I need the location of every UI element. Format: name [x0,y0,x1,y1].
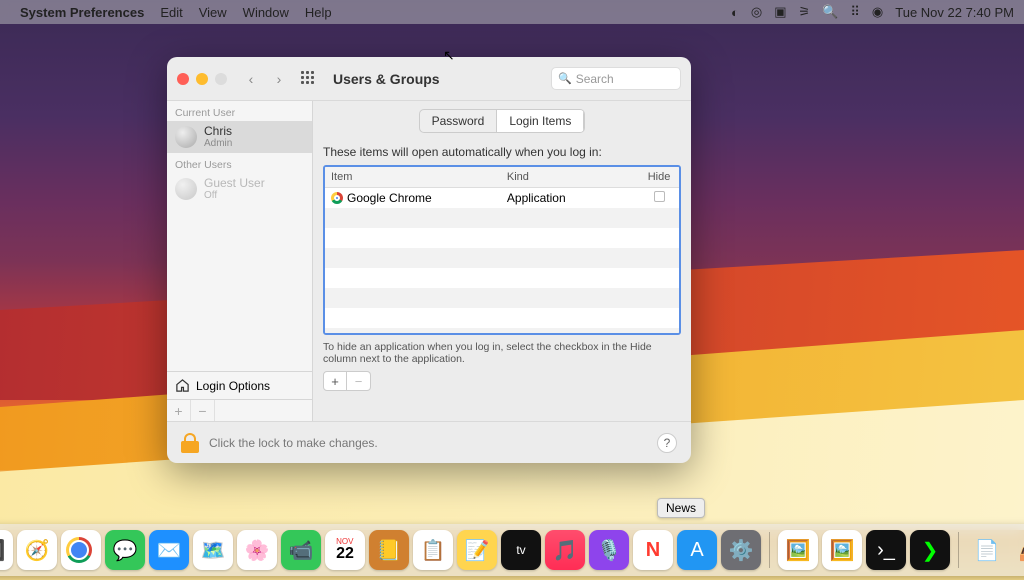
chrome-icon [331,192,343,204]
col-hide[interactable]: Hide [639,167,679,187]
dock-contacts[interactable]: 📒 [369,530,409,570]
wifi-icon[interactable]: ⚞ [799,4,811,20]
table-row[interactable] [325,308,679,328]
dock-reminders[interactable]: 📋 [413,530,453,570]
spotlight-icon[interactable]: 🔍 [822,4,838,20]
dock-terminal[interactable]: ›_ [866,530,906,570]
hide-checkbox[interactable] [654,191,665,202]
minimize-icon[interactable] [196,73,208,85]
dock-mail[interactable]: ✉️ [149,530,189,570]
dock-news[interactable]: N [633,530,673,570]
menubar-clock[interactable]: Tue Nov 22 7:40 PM [895,5,1014,20]
menu-window[interactable]: Window [243,5,289,20]
tabs: Password Login Items [419,109,586,133]
menu-app-name[interactable]: System Preferences [20,5,144,20]
window-titlebar[interactable]: ‹ › Users & Groups 🔍 Search [167,57,691,101]
close-icon[interactable] [177,73,189,85]
dock-file[interactable]: 📄 [967,530,1007,570]
tab-login-items[interactable]: Login Items [496,110,584,132]
login-items-table[interactable]: Item Kind Hide Google ChromeApplication [323,165,681,335]
siri-icon[interactable]: ◉ [872,4,883,20]
lock-text: Click the lock to make changes. [209,436,378,450]
col-item[interactable]: Item [325,167,501,187]
dock-launchpad[interactable]: 🔲 [0,530,13,570]
dock-tooltip: News [657,498,705,518]
forward-button: › [269,69,289,89]
tab-password[interactable]: Password [420,110,497,132]
dock-appstore[interactable]: A [677,530,717,570]
dock: 🙂 🔲 🧭 💬 ✉️ 🗺️ 🌸 📹 NOV22 📒 📋 📝 tv 🎵 🎙️ N … [0,524,1024,576]
user-switch-icon[interactable]: ◎ [751,4,762,20]
menu-edit[interactable]: Edit [160,5,182,20]
table-row[interactable] [325,288,679,308]
table-row[interactable] [325,328,679,335]
zoom-icon [215,73,227,85]
dock-messages[interactable]: 💬 [105,530,145,570]
lock-icon[interactable] [181,433,199,453]
menubar: System Preferences Edit View Window Help… [0,0,1024,24]
add-item-button[interactable]: + [323,371,347,391]
window-title: Users & Groups [333,71,440,87]
avatar-icon [175,178,197,200]
dock-maps[interactable]: 🗺️ [193,530,233,570]
lock-bar: Click the lock to make changes. ? [167,421,691,463]
current-user-label: Current User [167,101,312,121]
table-row[interactable] [325,208,679,228]
preferences-window: ‹ › Users & Groups 🔍 Search Current User… [167,57,691,463]
dock-safari[interactable]: 🧭 [17,530,57,570]
dock-downloads[interactable]: 📥 [1011,530,1024,570]
show-all-icon[interactable] [301,71,317,87]
dock-facetime[interactable]: 📹 [281,530,321,570]
control-center-icon[interactable]: ⠿ [850,4,860,20]
table-row[interactable] [325,228,679,248]
dock-iterm[interactable]: ❯ [910,530,950,570]
remove-user-button: − [191,400,215,421]
other-users-label: Other Users [167,153,312,173]
dock-screenshot-2[interactable]: 🖼️ [822,530,862,570]
dock-music[interactable]: 🎵 [545,530,585,570]
menu-help[interactable]: Help [305,5,332,20]
table-row[interactable]: Google ChromeApplication [325,188,679,208]
table-row[interactable] [325,248,679,268]
display-icon[interactable]: ▣ [774,4,786,20]
col-kind[interactable]: Kind [501,167,639,187]
sidebar-user-guest[interactable]: Guest User Off [167,173,312,205]
dock-notes[interactable]: 📝 [457,530,497,570]
avatar-icon [175,126,197,148]
dock-photos[interactable]: 🌸 [237,530,277,570]
dnd-icon[interactable]: ◐ [731,5,739,20]
dock-separator [769,532,770,568]
dock-screenshot-1[interactable]: 🖼️ [778,530,818,570]
users-sidebar: Current User Chris Admin Other Users Gue… [167,101,313,421]
table-row[interactable] [325,268,679,288]
menu-view[interactable]: View [199,5,227,20]
hint-text: To hide an application when you log in, … [323,341,653,365]
dock-podcasts[interactable]: 🎙️ [589,530,629,570]
login-options-button[interactable]: Login Options [167,371,312,399]
main-pane: Password Login Items These items will op… [313,101,691,421]
login-items-caption: These items will open automatically when… [323,145,681,159]
dock-system-preferences[interactable]: ⚙️ [721,530,761,570]
add-user-button: + [167,400,191,421]
search-placeholder: Search [576,72,614,86]
back-button[interactable]: ‹ [241,69,261,89]
remove-item-button: − [347,371,371,391]
home-icon [175,378,190,393]
dock-separator [958,532,959,568]
help-button[interactable]: ? [657,433,677,453]
dock-tv[interactable]: tv [501,530,541,570]
dock-calendar[interactable]: NOV22 [325,530,365,570]
dock-chrome[interactable] [61,530,101,570]
search-input[interactable]: 🔍 Search [551,67,681,90]
search-icon: 🔍 [558,72,572,85]
sidebar-user-current[interactable]: Chris Admin [167,121,312,153]
